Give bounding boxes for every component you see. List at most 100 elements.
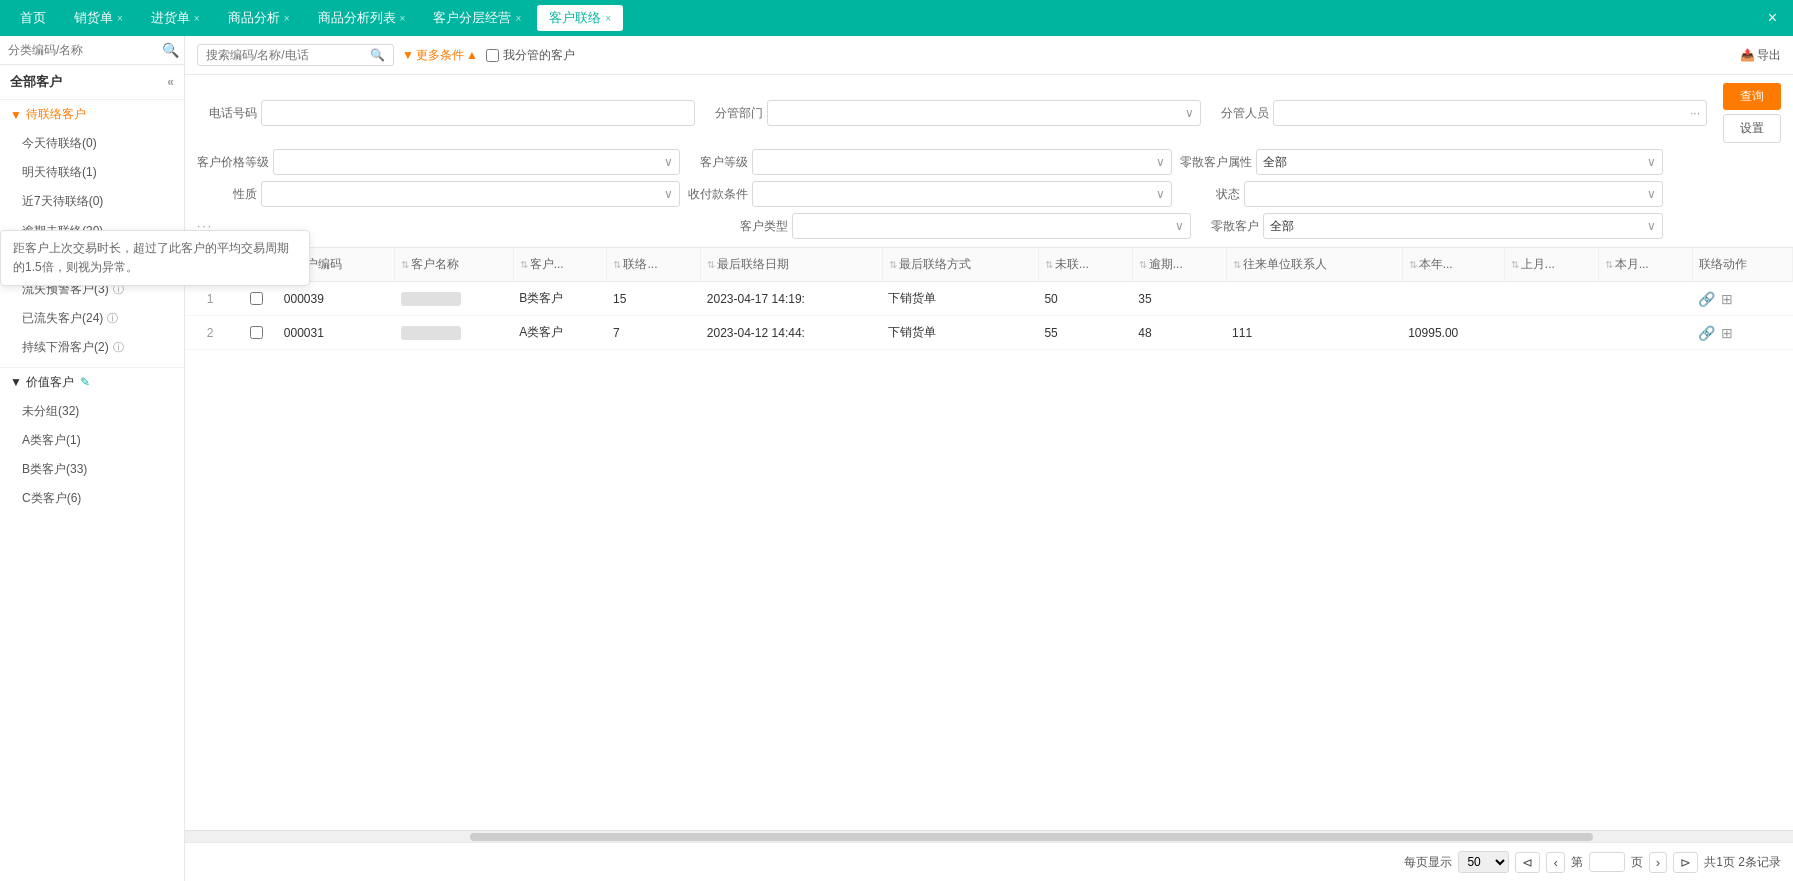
sidebar-item-declining[interactable]: 持续下滑客户(2) ⓘ: [0, 333, 184, 362]
sidebar-item-tomorrow[interactable]: 明天待联络(1): [0, 158, 184, 187]
page-number-input[interactable]: 1: [1589, 852, 1625, 872]
cell-unit-contact: 111: [1226, 316, 1402, 350]
main-layout: 🔍 全部客户 « ▼ 待联络客户 今天待联络(0) 明天待联络(1) 近7天待联…: [0, 36, 1793, 881]
filter-cell-status: 状态 ∨: [1180, 181, 1663, 207]
customer-type-input[interactable]: ∨: [792, 213, 1192, 239]
sidebar-item-7days[interactable]: 近7天待联络(0): [0, 187, 184, 216]
filter-search-input[interactable]: [206, 48, 366, 62]
sidebar-item-a-customers[interactable]: A类客户(1): [0, 426, 184, 455]
sidebar-group-pending[interactable]: ▼ 待联络客户: [0, 100, 184, 129]
retail-attr-input[interactable]: 全部 ∨: [1256, 149, 1663, 175]
status-caret: ∨: [1647, 187, 1656, 201]
nav-product-list-close[interactable]: ×: [400, 13, 406, 24]
col-customer-type[interactable]: 客户...: [513, 248, 607, 282]
my-customers-checkbox[interactable]: [486, 49, 499, 62]
my-customers-checkbox-label[interactable]: 我分管的客户: [486, 47, 575, 64]
col-last-contact-method[interactable]: 最后联络方式: [882, 248, 1038, 282]
nav-product-close[interactable]: ×: [284, 13, 290, 24]
price-grade-input[interactable]: ∨: [273, 149, 680, 175]
window-close-button[interactable]: ×: [1760, 5, 1785, 31]
filter-search-icon[interactable]: 🔍: [370, 48, 385, 62]
table-container: ⚙ 客户编码 客户名称 客户... 联络... 最后联络日期 最后联络方式 未联…: [185, 248, 1793, 830]
payment-label: 收付款条件: [688, 186, 748, 203]
sidebar-search-input[interactable]: [8, 43, 158, 57]
filter-row-2: 客户价格等级 ∨ 客户等级 ∨ 零散客户属性 全部: [197, 149, 1781, 175]
nav-purchase[interactable]: 进货单 ×: [139, 5, 212, 31]
filter-more-conditions[interactable]: ▼ 更多条件 ▲: [402, 47, 478, 64]
per-page-select[interactable]: 50 20 100: [1458, 851, 1509, 873]
cell-unread: 55: [1038, 316, 1132, 350]
declining-info-icon[interactable]: ⓘ: [113, 339, 124, 357]
last-page-button[interactable]: ⊳: [1673, 852, 1698, 873]
filter-row-4: ··· 客户类型 ∨ 零散客户 全部 ∨: [197, 213, 1781, 239]
pagination: 每页显示 50 20 100 ⊲ ‹ 第 1 页 › ⊳ 共1页 2条记录: [185, 842, 1793, 881]
last-method-link[interactable]: 下销货单: [888, 325, 936, 339]
query-button[interactable]: 查询: [1723, 83, 1781, 110]
dept-input[interactable]: ∨: [767, 100, 1201, 126]
nature-input[interactable]: ∨: [261, 181, 680, 207]
row-checkbox[interactable]: [250, 292, 263, 305]
sidebar-group-value[interactable]: ▼ 价值客户 ✎: [0, 367, 184, 397]
horizontal-scrollbar[interactable]: [185, 830, 1793, 842]
nav-customer-contact-close[interactable]: ×: [605, 13, 611, 24]
nav-product-analysis[interactable]: 商品分析 ×: [216, 5, 302, 31]
next-page-button[interactable]: ›: [1649, 852, 1667, 873]
nav-sales-close[interactable]: ×: [117, 13, 123, 24]
col-contact[interactable]: 联络...: [607, 248, 701, 282]
sidebar-item-c-customers[interactable]: C类客户(6): [0, 484, 184, 513]
retail-attr-caret: ∨: [1647, 155, 1656, 169]
nav-sales[interactable]: 销货单 ×: [62, 5, 135, 31]
last-method-link[interactable]: 下销货单: [888, 291, 936, 305]
phone-input[interactable]: [261, 100, 695, 126]
retail-customer-input[interactable]: 全部 ∨: [1263, 213, 1663, 239]
action-more-icon[interactable]: ⊞: [1721, 291, 1733, 307]
setting-button[interactable]: 设置: [1723, 114, 1781, 143]
nav-purchase-close[interactable]: ×: [194, 13, 200, 24]
payment-input[interactable]: ∨: [752, 181, 1171, 207]
col-unit-contact[interactable]: 往来单位联系人: [1226, 248, 1402, 282]
col-this-month[interactable]: 本月...: [1598, 248, 1692, 282]
nav-customer-contact[interactable]: 客户联络 ×: [537, 5, 623, 31]
cell-this-year: 10995.00: [1402, 316, 1504, 350]
sidebar-item-churned[interactable]: 已流失客户(24) ⓘ: [0, 304, 184, 333]
manager-input[interactable]: ···: [1273, 100, 1707, 126]
sidebar-collapse-icon[interactable]: «: [167, 75, 174, 89]
cell-this-month: [1598, 316, 1692, 350]
first-page-button[interactable]: ⊲: [1515, 852, 1540, 873]
sidebar-search-icon[interactable]: 🔍: [162, 42, 179, 58]
prev-page-button[interactable]: ‹: [1546, 852, 1564, 873]
value-group-edit-icon[interactable]: ✎: [80, 375, 90, 389]
col-customer-name[interactable]: 客户名称: [395, 248, 514, 282]
col-this-year[interactable]: 本年...: [1402, 248, 1504, 282]
sidebar-item-today[interactable]: 今天待联络(0): [0, 129, 184, 158]
export-button[interactable]: 📤 导出: [1740, 47, 1781, 64]
action-link-icon[interactable]: 🔗: [1698, 291, 1715, 307]
sidebar: 🔍 全部客户 « ▼ 待联络客户 今天待联络(0) 明天待联络(1) 近7天待联…: [0, 36, 185, 881]
nav-customer-tier-close[interactable]: ×: [515, 13, 521, 24]
row-checkbox[interactable]: [250, 326, 263, 339]
sidebar-item-b-customers[interactable]: B类客户(33): [0, 455, 184, 484]
churned-info-icon[interactable]: ⓘ: [107, 310, 118, 328]
filter-buttons: 查询 设置: [1723, 83, 1781, 143]
sidebar-all-customers[interactable]: 全部客户 «: [0, 65, 184, 100]
per-page-label: 每页显示: [1404, 854, 1452, 871]
nav-home[interactable]: 首页: [8, 5, 58, 31]
col-overdue[interactable]: 逾期...: [1132, 248, 1226, 282]
total-records: 共1页 2条记录: [1704, 854, 1781, 871]
col-last-month[interactable]: 上月...: [1504, 248, 1598, 282]
customer-grade-input[interactable]: ∨: [752, 149, 1171, 175]
manager-more-icon[interactable]: ···: [1690, 106, 1700, 120]
scrollbar-thumb[interactable]: [470, 833, 1593, 841]
cell-contact: 15: [607, 282, 701, 316]
col-unread[interactable]: 未联...: [1038, 248, 1132, 282]
status-label: 状态: [1180, 186, 1240, 203]
customer-grade-caret: ∨: [1156, 155, 1165, 169]
col-last-contact-date[interactable]: 最后联络日期: [701, 248, 882, 282]
sidebar-item-ungrouped[interactable]: 未分组(32): [0, 397, 184, 426]
nav-customer-tier[interactable]: 客户分层经营 ×: [421, 5, 533, 31]
status-input[interactable]: ∨: [1244, 181, 1663, 207]
action-more-icon[interactable]: ⊞: [1721, 325, 1733, 341]
action-link-icon[interactable]: 🔗: [1698, 325, 1715, 341]
sidebar-root-label: 全部客户: [10, 73, 62, 91]
nav-product-list[interactable]: 商品分析列表 ×: [306, 5, 418, 31]
